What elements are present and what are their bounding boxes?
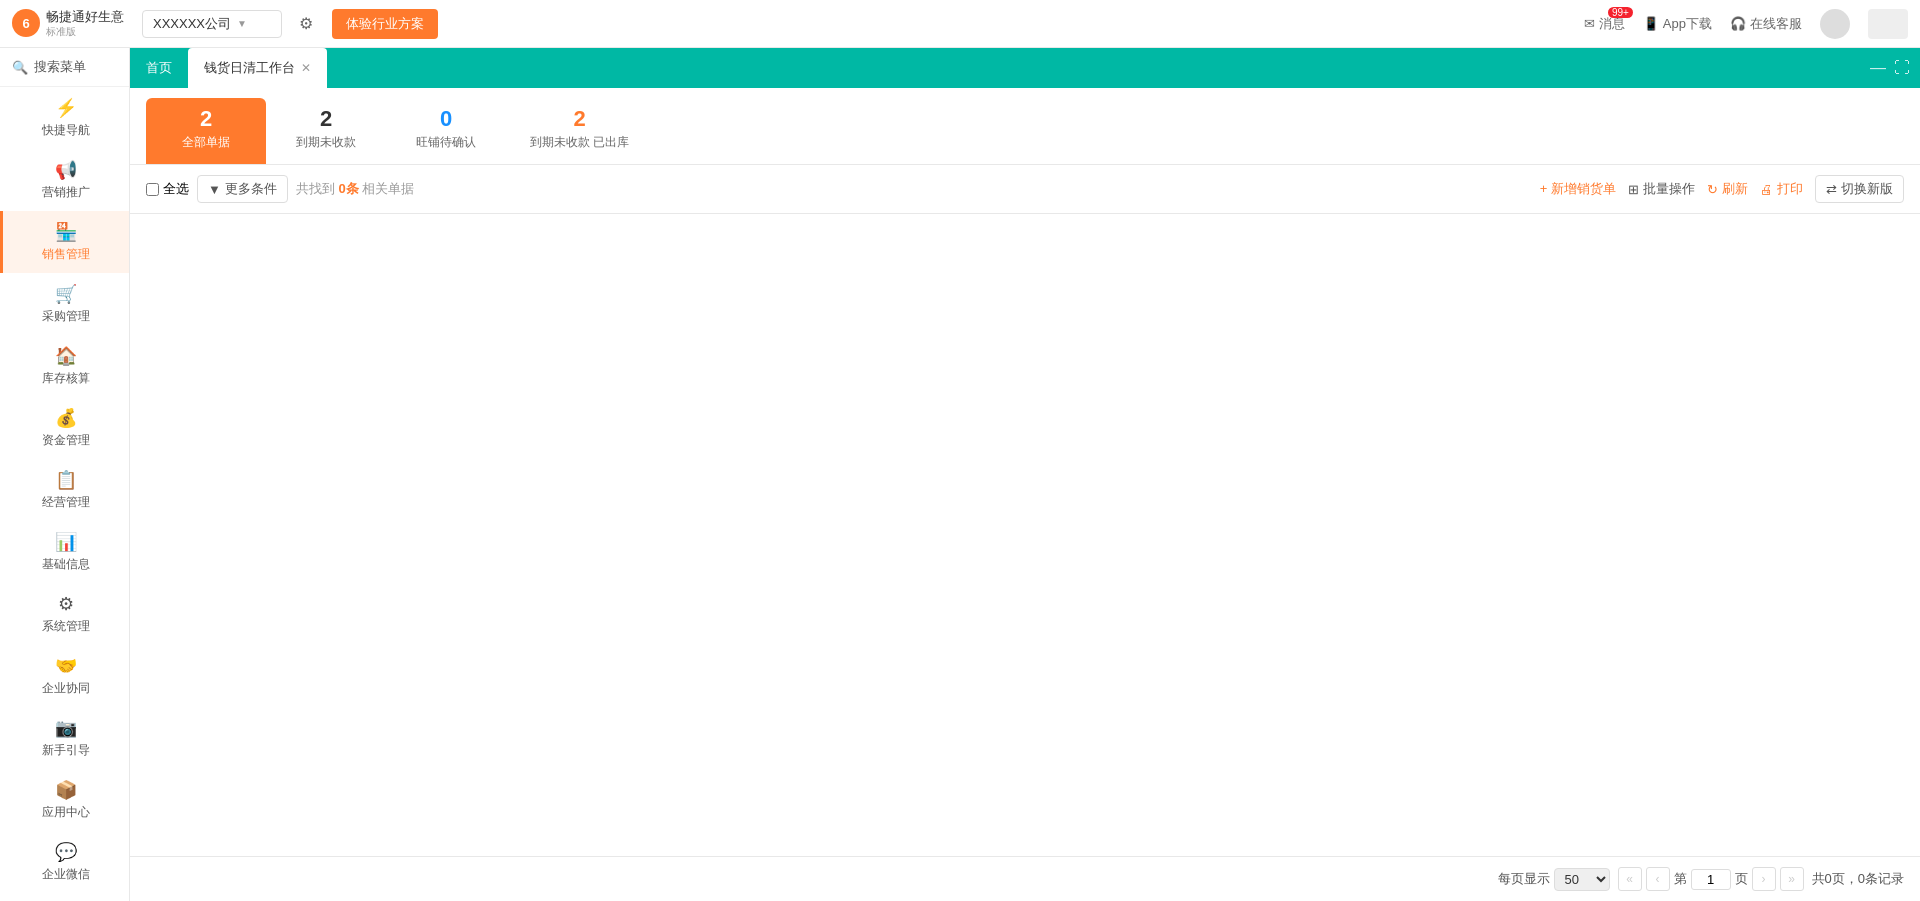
home-icon: 🏠 bbox=[55, 345, 77, 367]
megaphone-icon: 📢 bbox=[55, 159, 77, 181]
tab-work-bench[interactable]: 钱货日清工作台 ✕ bbox=[188, 48, 327, 88]
toolbar-right: + 新增销货单 ⊞ 批量操作 ↻ 刷新 🖨 打印 ⇄ bbox=[1540, 175, 1904, 203]
sidebar-item-guide[interactable]: 📷 新手引导 bbox=[0, 707, 129, 769]
message-badge: 99+ bbox=[1608, 7, 1633, 18]
sidebar-item-basic-info[interactable]: 📊 基础信息 bbox=[0, 521, 129, 583]
switch-version-button[interactable]: ⇄ 切换新版 bbox=[1815, 175, 1904, 203]
sidebar-item-wechat[interactable]: 💬 企业微信 bbox=[0, 831, 129, 893]
stat-tab-overdue[interactable]: 2 到期未收款 bbox=[266, 98, 386, 164]
toolbar-left: 全选 ▼ 更多条件 共找到 0条 相关单据 bbox=[146, 175, 414, 203]
sidebar-item-enterprise[interactable]: 🤝 企业协同 bbox=[0, 645, 129, 707]
headset-icon: 🎧 bbox=[1730, 16, 1746, 31]
batch-operation-button[interactable]: ⊞ 批量操作 bbox=[1628, 180, 1695, 198]
settings-icon[interactable]: ⚙ bbox=[290, 8, 322, 40]
sidebar-item-inventory[interactable]: 🏠 库存核算 bbox=[0, 335, 129, 397]
sidebar-item-finance[interactable]: 💰 资金管理 bbox=[0, 397, 129, 459]
logo-text: 畅捷通好生意 标准版 bbox=[46, 9, 124, 39]
chevron-down-icon: ▼ bbox=[237, 18, 247, 29]
search-menu-item[interactable]: 🔍 搜索菜单 bbox=[0, 48, 129, 87]
batch-icon: ⊞ bbox=[1628, 182, 1639, 197]
toolbar: 全选 ▼ 更多条件 共找到 0条 相关单据 + 新增销货单 ⊞ bbox=[130, 165, 1920, 214]
content-area: 首页 钱货日清工作台 ✕ — ⛶ 2 全部单据 2 到期未收款 bbox=[130, 48, 1920, 901]
maximize-icon[interactable]: ⛶ bbox=[1894, 59, 1910, 77]
select-all-input[interactable] bbox=[146, 183, 159, 196]
user-name[interactable] bbox=[1868, 9, 1908, 39]
company-selector[interactable]: XXXXXX公司 ▼ bbox=[142, 10, 282, 38]
money-icon: 💰 bbox=[55, 407, 77, 429]
first-page-button[interactable]: « bbox=[1618, 867, 1642, 891]
sidebar-item-purchase[interactable]: 🛒 采购管理 bbox=[0, 273, 129, 335]
work-area: 2 全部单据 2 到期未收款 0 旺铺待确认 2 到期未收款 已出库 bbox=[130, 88, 1920, 901]
box-icon: 📦 bbox=[55, 779, 77, 801]
handshake-icon: 🤝 bbox=[55, 655, 77, 677]
switch-icon: ⇄ bbox=[1826, 182, 1837, 197]
page-size-select[interactable]: 50 100 200 bbox=[1554, 868, 1610, 891]
camera-icon: 📷 bbox=[55, 717, 77, 739]
tab-bar-actions: — ⛶ bbox=[1870, 59, 1920, 77]
header-right: ✉ 消息 99+ 📱 App下载 🎧 在线客服 bbox=[1584, 9, 1908, 39]
next-page-button[interactable]: › bbox=[1752, 867, 1776, 891]
logo-area: 6 畅捷通好生意 标准版 bbox=[12, 9, 142, 39]
stat-tab-all[interactable]: 2 全部单据 bbox=[146, 98, 266, 164]
last-page-button[interactable]: » bbox=[1780, 867, 1804, 891]
store-icon: 🏪 bbox=[55, 221, 77, 243]
refresh-icon: ↻ bbox=[1707, 182, 1718, 197]
sidebar-item-member[interactable]: 🔻 畅会员 bbox=[0, 893, 129, 901]
flash-icon: ⚡ bbox=[55, 97, 77, 119]
more-filters-button[interactable]: ▼ 更多条件 bbox=[197, 175, 288, 203]
app-icon: 📱 bbox=[1643, 16, 1659, 31]
sidebar-item-system[interactable]: ⚙ 系统管理 bbox=[0, 583, 129, 645]
table-icon: 📊 bbox=[55, 531, 77, 553]
sidebar-item-app-center[interactable]: 📦 应用中心 bbox=[0, 769, 129, 831]
minimize-icon[interactable]: — bbox=[1870, 59, 1886, 77]
refresh-button[interactable]: ↻ 刷新 bbox=[1707, 180, 1748, 198]
stat-tab-pending[interactable]: 0 旺铺待确认 bbox=[386, 98, 506, 164]
message-button[interactable]: ✉ 消息 99+ bbox=[1584, 15, 1625, 33]
print-button[interactable]: 🖨 打印 bbox=[1760, 180, 1803, 198]
app-download-button[interactable]: 📱 App下载 bbox=[1643, 15, 1712, 33]
cart-icon: 🛒 bbox=[55, 283, 77, 305]
page-number-input[interactable] bbox=[1691, 869, 1731, 890]
chat-icon: 💬 bbox=[55, 841, 77, 863]
print-icon: 🖨 bbox=[1760, 182, 1773, 197]
select-all-checkbox[interactable]: 全选 bbox=[146, 180, 189, 198]
filter-icon: ▼ bbox=[208, 182, 221, 197]
logo-icon: 6 bbox=[12, 9, 40, 37]
sidebar-item-sales[interactable]: 🏪 销售管理 bbox=[0, 211, 129, 273]
online-service-button[interactable]: 🎧 在线客服 bbox=[1730, 15, 1802, 33]
sidebar-item-quick-nav[interactable]: ⚡ 快捷导航 bbox=[0, 87, 129, 149]
main-layout: 🔍 搜索菜单 ⚡ 快捷导航 📢 营销推广 🏪 销售管理 🛒 采购管理 🏠 库存核… bbox=[0, 48, 1920, 901]
table-area bbox=[130, 214, 1920, 856]
sidebar-item-marketing[interactable]: 📢 营销推广 bbox=[0, 149, 129, 211]
pagination: 每页显示 50 100 200 « ‹ 第 页 › » 共0页，0条记录 bbox=[130, 856, 1920, 901]
top-header: 6 畅捷通好生意 标准版 XXXXXX公司 ▼ ⚙ 体验行业方案 ✉ 消息 99… bbox=[0, 0, 1920, 48]
tab-bar: 首页 钱货日清工作台 ✕ — ⛶ bbox=[130, 48, 1920, 88]
page-navigation: « ‹ 第 页 › » bbox=[1618, 867, 1804, 891]
search-icon: 🔍 bbox=[12, 60, 28, 75]
clipboard-icon: 📋 bbox=[55, 469, 77, 491]
add-sales-order-button[interactable]: + 新增销货单 bbox=[1540, 180, 1616, 198]
gear-icon: ⚙ bbox=[58, 593, 74, 615]
page-size-selector: 每页显示 50 100 200 bbox=[1498, 868, 1610, 891]
stats-tabs: 2 全部单据 2 到期未收款 0 旺铺待确认 2 到期未收款 已出库 bbox=[130, 88, 1920, 165]
tab-close-icon[interactable]: ✕ bbox=[301, 61, 311, 75]
found-text: 共找到 0条 相关单据 bbox=[296, 180, 414, 198]
trial-button[interactable]: 体验行业方案 bbox=[332, 9, 438, 39]
message-icon: ✉ bbox=[1584, 16, 1595, 31]
prev-page-button[interactable]: ‹ bbox=[1646, 867, 1670, 891]
avatar[interactable] bbox=[1820, 9, 1850, 39]
sidebar: 🔍 搜索菜单 ⚡ 快捷导航 📢 营销推广 🏪 销售管理 🛒 采购管理 🏠 库存核… bbox=[0, 48, 130, 901]
total-records: 共0页，0条记录 bbox=[1812, 870, 1904, 888]
stat-tab-overdue-shipped[interactable]: 2 到期未收款 已出库 bbox=[506, 98, 653, 164]
sidebar-item-operations[interactable]: 📋 经营管理 bbox=[0, 459, 129, 521]
tab-home[interactable]: 首页 bbox=[130, 48, 188, 88]
